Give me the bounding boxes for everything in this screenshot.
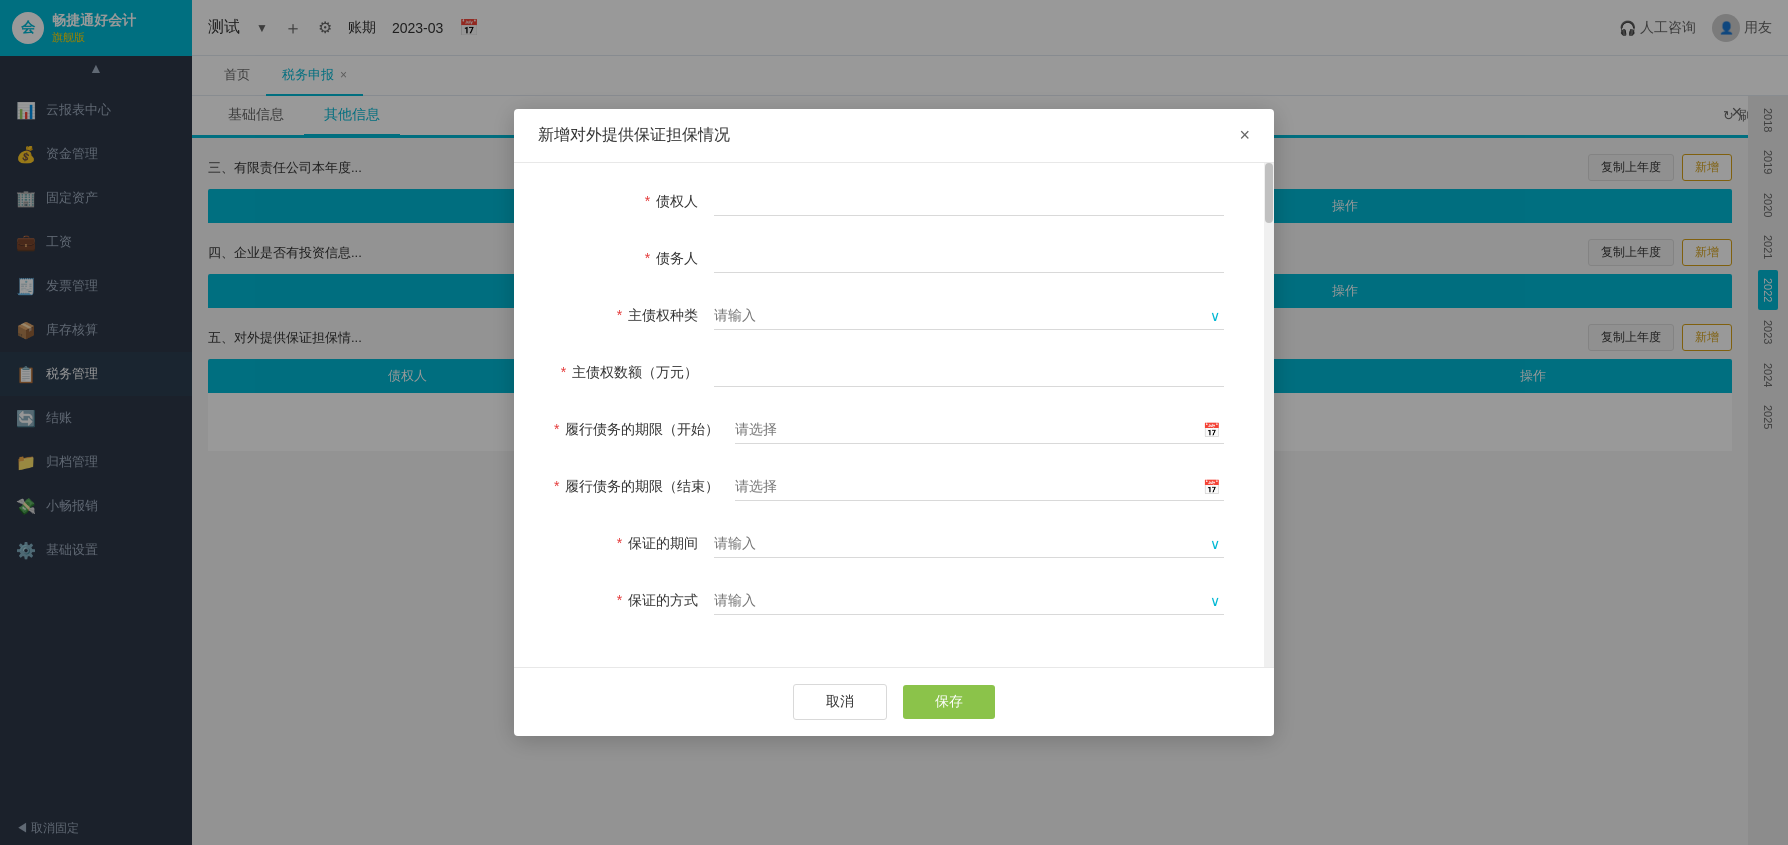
- modal-add-guarantee: 新增对外提供保证担保情况 × * 债权人 *: [514, 109, 1274, 736]
- debtor-input-wrap: [714, 244, 1224, 273]
- guarantee-period-label-text: 保证的期间: [628, 535, 698, 551]
- creditor-input[interactable]: [714, 187, 1224, 216]
- save-button[interactable]: 保存: [903, 685, 995, 719]
- field-guarantee-period: * 保证的期间 ∨: [554, 529, 1224, 558]
- guarantee-period-required-mark: *: [617, 535, 622, 551]
- perform-end-label: * 履行债务的期限（结束）: [554, 478, 735, 496]
- debtor-label-text: 债务人: [656, 250, 698, 266]
- perform-start-required-mark: *: [554, 421, 559, 437]
- debtor-required-mark: *: [645, 250, 650, 266]
- guarantee-method-label-text: 保证的方式: [628, 592, 698, 608]
- field-creditor: * 债权人: [554, 187, 1224, 216]
- guarantee-period-input[interactable]: [714, 529, 1224, 558]
- modal-scroll-area: * 债权人 * 债务人: [514, 163, 1264, 667]
- guarantee-period-select-wrap: ∨: [714, 529, 1224, 558]
- modal-close-icon[interactable]: ×: [1239, 125, 1250, 146]
- debt-type-required-mark: *: [617, 307, 622, 323]
- modal-scrollbar[interactable]: [1264, 163, 1274, 667]
- guarantee-method-label: * 保证的方式: [554, 592, 714, 610]
- perform-end-input[interactable]: [735, 472, 1224, 501]
- perform-end-date-wrap: 📅: [735, 472, 1224, 501]
- debt-type-input[interactable]: [714, 301, 1224, 330]
- modal-backdrop: 新增对外提供保证担保情况 × * 债权人 *: [0, 0, 1788, 845]
- field-perform-start: * 履行债务的期限（开始） 📅: [554, 415, 1224, 444]
- field-guarantee-method: * 保证的方式 ∨: [554, 586, 1224, 615]
- debt-amount-input-wrap: [714, 358, 1224, 387]
- guarantee-method-required-mark: *: [617, 592, 622, 608]
- perform-start-input[interactable]: [735, 415, 1224, 444]
- debt-type-select-wrap: ∨: [714, 301, 1224, 330]
- creditor-label-text: 债权人: [656, 193, 698, 209]
- creditor-input-wrap: [714, 187, 1224, 216]
- guarantee-method-input[interactable]: [714, 586, 1224, 615]
- modal-body: * 债权人 * 债务人: [514, 163, 1274, 667]
- modal-header: 新增对外提供保证担保情况 ×: [514, 109, 1274, 163]
- guarantee-method-select-wrap: ∨: [714, 586, 1224, 615]
- modal-title: 新增对外提供保证担保情况: [538, 125, 730, 146]
- debtor-input[interactable]: [714, 244, 1224, 273]
- field-debt-type: * 主债权种类 ∨: [554, 301, 1224, 330]
- debt-amount-required-mark: *: [561, 364, 566, 380]
- perform-end-required-mark: *: [554, 478, 559, 494]
- debtor-label: * 债务人: [554, 250, 714, 268]
- perform-start-date-wrap: 📅: [735, 415, 1224, 444]
- perform-end-label-text: 履行债务的期限（结束）: [565, 478, 719, 494]
- cancel-button[interactable]: 取消: [793, 684, 887, 720]
- perform-start-label-text: 履行债务的期限（开始）: [565, 421, 719, 437]
- perform-start-label: * 履行债务的期限（开始）: [554, 421, 735, 439]
- field-debt-amount: * 主债权数额（万元）: [554, 358, 1224, 387]
- field-debtor: * 债务人: [554, 244, 1224, 273]
- modal-footer: 取消 保存: [514, 667, 1274, 736]
- debt-amount-label: * 主债权数额（万元）: [554, 364, 714, 382]
- debt-amount-label-text: 主债权数额（万元）: [572, 364, 698, 380]
- field-perform-end: * 履行债务的期限（结束） 📅: [554, 472, 1224, 501]
- creditor-label: * 债权人: [554, 193, 714, 211]
- debt-type-label-text: 主债权种类: [628, 307, 698, 323]
- debt-type-label: * 主债权种类: [554, 307, 714, 325]
- guarantee-period-label: * 保证的期间: [554, 535, 714, 553]
- modal-scrollbar-thumb: [1265, 163, 1273, 223]
- creditor-required-mark: *: [645, 193, 650, 209]
- debt-amount-input[interactable]: [714, 358, 1224, 387]
